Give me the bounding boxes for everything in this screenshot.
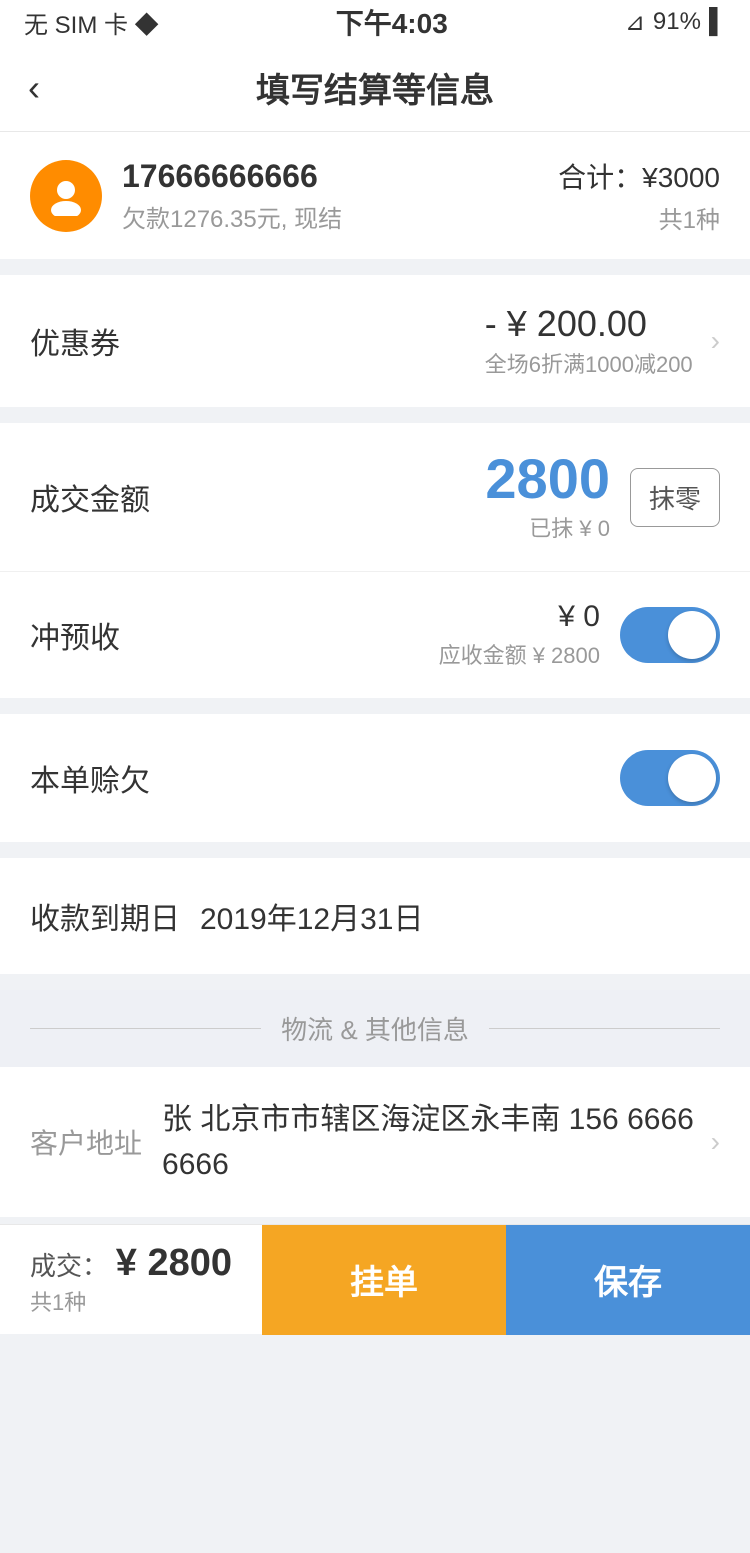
debt-toggle-knob xyxy=(668,754,716,802)
prepay-row: 冲预收 ¥ 0 应收金额 ¥ 2800 xyxy=(0,571,750,698)
logistics-section-header: 物流 & 其他信息 xyxy=(0,990,750,1067)
coupon-label: 优惠券 xyxy=(30,319,120,363)
sim-status: 无 SIM 卡 ◆ xyxy=(24,5,159,40)
debt-toggle[interactable] xyxy=(620,750,720,806)
coupon-row[interactable]: 优惠券 - ¥ 200.00 全场6折满1000减200 › xyxy=(0,275,750,407)
prepay-label: 冲预收 xyxy=(30,613,120,657)
coupon-right: - ¥ 200.00 全场6折满1000减200 › xyxy=(485,303,720,379)
back-button[interactable]: ‹ xyxy=(28,67,40,109)
address-value: 张 北京市市辖区海淀区永丰南 156 6666 6666 xyxy=(162,1097,703,1187)
duedate-label: 收款到期日 xyxy=(30,894,180,938)
deal-amount-label: 成交金额 xyxy=(30,475,150,519)
toggle-knob xyxy=(668,611,716,659)
customer-info-row: 17666666666 欠款1276.35元, 现结 合计：¥3000 共1种 xyxy=(0,132,750,259)
duedate-row: 收款到期日 2019年12月31日 xyxy=(0,858,750,974)
bottom-summary: 成交： ¥ 2800 共1种 xyxy=(0,1242,262,1317)
page-title: 填写结算等信息 xyxy=(256,63,494,112)
customer-phone: 17666666666 xyxy=(122,158,342,195)
address-row[interactable]: 客户地址 张 北京市市辖区海淀区永丰南 156 6666 6666 › xyxy=(0,1067,750,1217)
header-line-right xyxy=(489,1028,720,1029)
prepay-right: ¥ 0 应收金额 ¥ 2800 xyxy=(439,600,720,670)
battery-level: 91% xyxy=(653,8,701,36)
wipe-zero-button[interactable]: 抹零 xyxy=(630,468,720,527)
total-amount: 合计：¥3000 xyxy=(558,156,720,196)
header-line-left xyxy=(30,1028,261,1029)
deal-wiped: 已抹 ¥ 0 xyxy=(485,511,610,543)
bottom-count: 共1种 xyxy=(30,1285,232,1317)
deal-amount-wrap: 2800 已抹 ¥ 0 xyxy=(485,451,610,543)
customer-debt: 欠款1276.35元, 现结 xyxy=(122,199,342,234)
coupon-detail: 全场6折满1000减200 xyxy=(485,347,693,379)
deal-amount: 2800 xyxy=(485,451,610,507)
bottom-deal-amount: ¥ 2800 xyxy=(116,1242,232,1284)
total-count: 共1种 xyxy=(558,200,720,235)
bottom-deal-label: 成交： xyxy=(30,1251,108,1281)
prepay-amount: ¥ 0 xyxy=(439,600,600,634)
status-bar: 无 SIM 卡 ◆ 下午4:03 ⊿ 91% ▌ xyxy=(0,0,750,44)
deal-section: 成交金额 2800 已抹 ¥ 0 抹零 冲预收 ¥ 0 应收金额 ¥ 2800 xyxy=(0,423,750,698)
prepay-amount-wrap: ¥ 0 应收金额 ¥ 2800 xyxy=(439,600,600,670)
avatar xyxy=(30,160,102,232)
deal-right: 2800 已抹 ¥ 0 抹零 xyxy=(485,451,720,543)
duedate-value: 2019年12月31日 xyxy=(200,894,423,938)
battery-icon: ⊿ xyxy=(625,8,645,37)
content: 17666666666 欠款1276.35元, 现结 合计：¥3000 共1种 … xyxy=(0,132,750,1553)
battery-bar: ▌ xyxy=(709,8,726,36)
prepay-receivable: 应收金额 ¥ 2800 xyxy=(439,638,600,670)
pending-order-button[interactable]: 挂单 xyxy=(262,1225,506,1335)
bottom-bar: 成交： ¥ 2800 共1种 挂单 保存 xyxy=(0,1224,750,1334)
status-right: ⊿ 91% ▌ xyxy=(625,8,726,37)
debt-label: 本单赊欠 xyxy=(30,756,150,800)
debt-row: 本单赊欠 xyxy=(0,714,750,842)
deal-amount-row: 成交金额 2800 已抹 ¥ 0 抹零 xyxy=(0,423,750,571)
nav-bar: ‹ 填写结算等信息 xyxy=(0,44,750,132)
status-time: 下午4:03 xyxy=(336,2,448,42)
save-button[interactable]: 保存 xyxy=(506,1225,750,1335)
logistics-header-text: 物流 & 其他信息 xyxy=(281,1010,469,1047)
address-chevron-icon: › xyxy=(711,1126,720,1158)
customer-details: 17666666666 欠款1276.35元, 现结 xyxy=(122,158,342,234)
chevron-right-icon: › xyxy=(711,325,720,357)
address-label: 客户地址 xyxy=(30,1122,142,1162)
customer-total: 合计：¥3000 共1种 xyxy=(558,156,720,235)
customer-left: 17666666666 欠款1276.35元, 现结 xyxy=(30,158,342,234)
status-left: 无 SIM 卡 ◆ xyxy=(24,5,159,40)
coupon-discount: - ¥ 200.00 xyxy=(485,303,693,345)
prepay-toggle[interactable] xyxy=(620,607,720,663)
